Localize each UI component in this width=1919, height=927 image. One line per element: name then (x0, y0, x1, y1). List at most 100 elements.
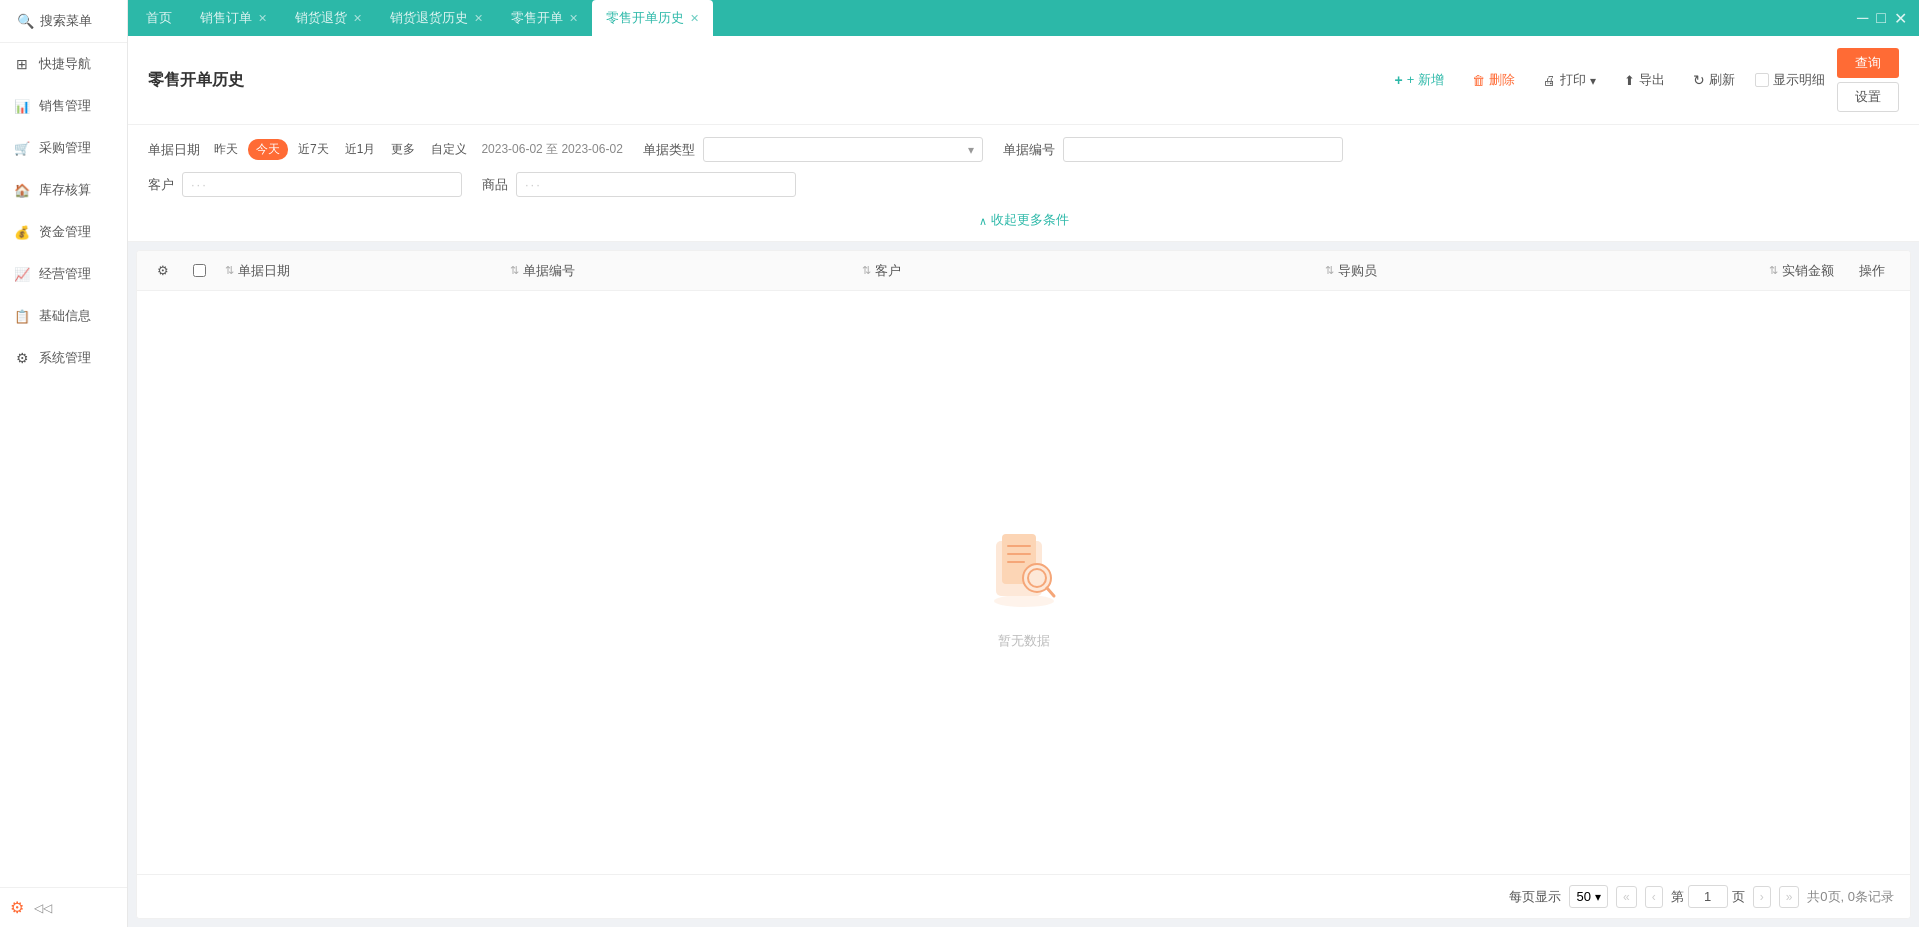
refresh-button[interactable]: 刷新 (1685, 67, 1743, 93)
collapse-more-btn[interactable]: 收起更多条件 (148, 207, 1899, 233)
per-page-value: 50 (1576, 889, 1590, 904)
page-header: 零售开单历史 + 新增 删除 打印 导出 (128, 36, 1919, 125)
sidebar-item-base-info[interactable]: 基础信息 (0, 295, 127, 337)
sidebar-item-sales-mgmt[interactable]: 销售管理 (0, 85, 127, 127)
per-page-chevron-icon (1595, 889, 1601, 904)
settings-footer-icon[interactable] (10, 898, 24, 917)
filter-row-1: 单据日期 昨天 今天 近7天 近1月 更多 自定义 2023-06-02 至 2… (148, 137, 1899, 162)
tab-sales-return-history-close[interactable] (474, 12, 483, 25)
sidebar-item-quick-nav[interactable]: 快捷导航 (0, 43, 127, 85)
export-button[interactable]: 导出 (1616, 67, 1673, 93)
sidebar: 搜索菜单 快捷导航 销售管理 采购管理 库存核算 资金管理 经营管理 基础信 (0, 0, 128, 927)
search-icon (16, 12, 34, 30)
next-page-btn[interactable]: › (1753, 886, 1771, 908)
print-icon (1543, 72, 1556, 88)
guide-sort-icon (1325, 264, 1334, 277)
pagination: 每页显示 50 « ‹ 第 页 › » 共0页, 0条记录 (137, 874, 1910, 918)
date-custom-btn[interactable]: 自定义 (425, 139, 473, 160)
sales-icon (13, 97, 31, 115)
total-info: 共0页, 0条记录 (1807, 888, 1894, 906)
select-all-checkbox[interactable] (193, 264, 206, 277)
order-num-label: 单据编号 (1003, 141, 1055, 159)
tab-retail-history[interactable]: 零售开单历史 (592, 0, 713, 36)
date-more-btn[interactable]: 更多 (385, 139, 421, 160)
tab-sales-order[interactable]: 销售订单 (186, 0, 281, 36)
date-1month-btn[interactable]: 近1月 (339, 139, 382, 160)
th-guide[interactable]: 导购员 (1317, 262, 1557, 280)
warehouse-icon (13, 181, 31, 199)
th-checkbox[interactable] (181, 264, 217, 277)
tab-sales-return-history[interactable]: 销货退货历史 (376, 0, 497, 36)
collapse-label: 收起更多条件 (991, 211, 1069, 229)
last-page-btn[interactable]: » (1779, 886, 1800, 908)
tab-home[interactable]: 首页 (132, 0, 186, 36)
sidebar-item-operations[interactable]: 经营管理 (0, 253, 127, 295)
sidebar-item-finance[interactable]: 资金管理 (0, 211, 127, 253)
th-settings[interactable] (145, 263, 181, 278)
per-page-select[interactable]: 50 (1569, 885, 1607, 908)
page-title: 零售开单历史 (148, 70, 244, 91)
customer-label: 客户 (148, 176, 174, 194)
sidebar-item-system[interactable]: 系统管理 (0, 337, 127, 379)
window-maximize-btn[interactable]: □ (1876, 9, 1886, 27)
page-content: 零售开单历史 + 新增 删除 打印 导出 (128, 36, 1919, 927)
tab-sales-return-label: 销货退货 (295, 9, 347, 27)
date-yesterday-btn[interactable]: 昨天 (208, 139, 244, 160)
system-icon (13, 349, 31, 367)
th-customer[interactable]: 客户 (854, 262, 1318, 280)
th-number[interactable]: 单据编号 (502, 262, 854, 280)
order-type-select[interactable] (703, 137, 983, 162)
order-num-input[interactable] (1063, 137, 1343, 162)
customer-select[interactable]: ··· (182, 172, 462, 197)
settings-button[interactable]: 设置 (1837, 82, 1899, 112)
empty-text: 暂无数据 (998, 632, 1050, 650)
goods-select[interactable]: ··· (516, 172, 796, 197)
tabs-bar: 首页 销售订单 销货退货 销货退货历史 零售开单 零售开单历史 ─ □ ✕ (128, 0, 1919, 36)
main-area: 首页 销售订单 销货退货 销货退货历史 零售开单 零售开单历史 ─ □ ✕ (128, 0, 1919, 927)
th-amount[interactable]: 实销金额 (1557, 262, 1842, 280)
delete-button[interactable]: 删除 (1464, 67, 1523, 93)
sidebar-item-label: 销售管理 (39, 97, 91, 115)
window-minimize-btn[interactable]: ─ (1857, 9, 1868, 27)
print-button[interactable]: 打印 (1535, 67, 1604, 93)
tab-sales-return[interactable]: 销货退货 (281, 0, 376, 36)
collapse-icon (979, 213, 987, 228)
sidebar-item-warehouse[interactable]: 库存核算 (0, 169, 127, 211)
th-amount-label: 实销金额 (1782, 262, 1834, 280)
table-header: 单据日期 单据编号 客户 导购员 实销金额 (137, 251, 1910, 291)
purchase-icon (13, 139, 31, 157)
date-filter-label: 单据日期 (148, 141, 200, 159)
show-detail-toggle[interactable]: 显示明细 (1755, 71, 1825, 89)
date-today-btn[interactable]: 今天 (248, 139, 288, 160)
page-input[interactable] (1688, 885, 1728, 908)
tab-retail-open[interactable]: 零售开单 (497, 0, 592, 36)
first-page-btn[interactable]: « (1616, 886, 1637, 908)
goods-filter: 商品 ··· (482, 172, 796, 197)
order-type-label: 单据类型 (643, 141, 695, 159)
show-detail-checkbox[interactable] (1755, 73, 1769, 87)
query-button[interactable]: 查询 (1837, 48, 1899, 78)
window-close-btn[interactable]: ✕ (1894, 9, 1907, 28)
sidebar-item-purchase-mgmt[interactable]: 采购管理 (0, 127, 127, 169)
sidebar-search[interactable]: 搜索菜单 (0, 0, 127, 43)
tab-sales-return-close[interactable] (353, 12, 362, 25)
tab-sales-return-history-label: 销货退货历史 (390, 9, 468, 27)
th-date[interactable]: 单据日期 (217, 262, 502, 280)
tab-retail-history-close[interactable] (690, 12, 699, 25)
menu-fold-icon[interactable] (34, 900, 52, 915)
per-page-label: 每页显示 (1509, 888, 1561, 906)
tab-retail-open-close[interactable] (569, 12, 578, 25)
date-7days-btn[interactable]: 近7天 (292, 139, 335, 160)
new-label: + 新增 (1407, 71, 1444, 89)
date-filter: 单据日期 昨天 今天 近7天 近1月 更多 自定义 2023-06-02 至 2… (148, 139, 623, 160)
delete-label: 删除 (1489, 71, 1515, 89)
th-date-label: 单据日期 (238, 262, 290, 280)
prev-page-btn[interactable]: ‹ (1645, 886, 1663, 908)
customer-filter: 客户 ··· (148, 172, 462, 197)
export-icon (1624, 72, 1635, 88)
table-settings-icon[interactable] (157, 263, 169, 278)
customer-sort-icon (862, 264, 871, 277)
new-button[interactable]: + 新增 (1387, 67, 1452, 93)
refresh-label: 刷新 (1709, 71, 1735, 89)
tab-sales-order-close[interactable] (258, 12, 267, 25)
